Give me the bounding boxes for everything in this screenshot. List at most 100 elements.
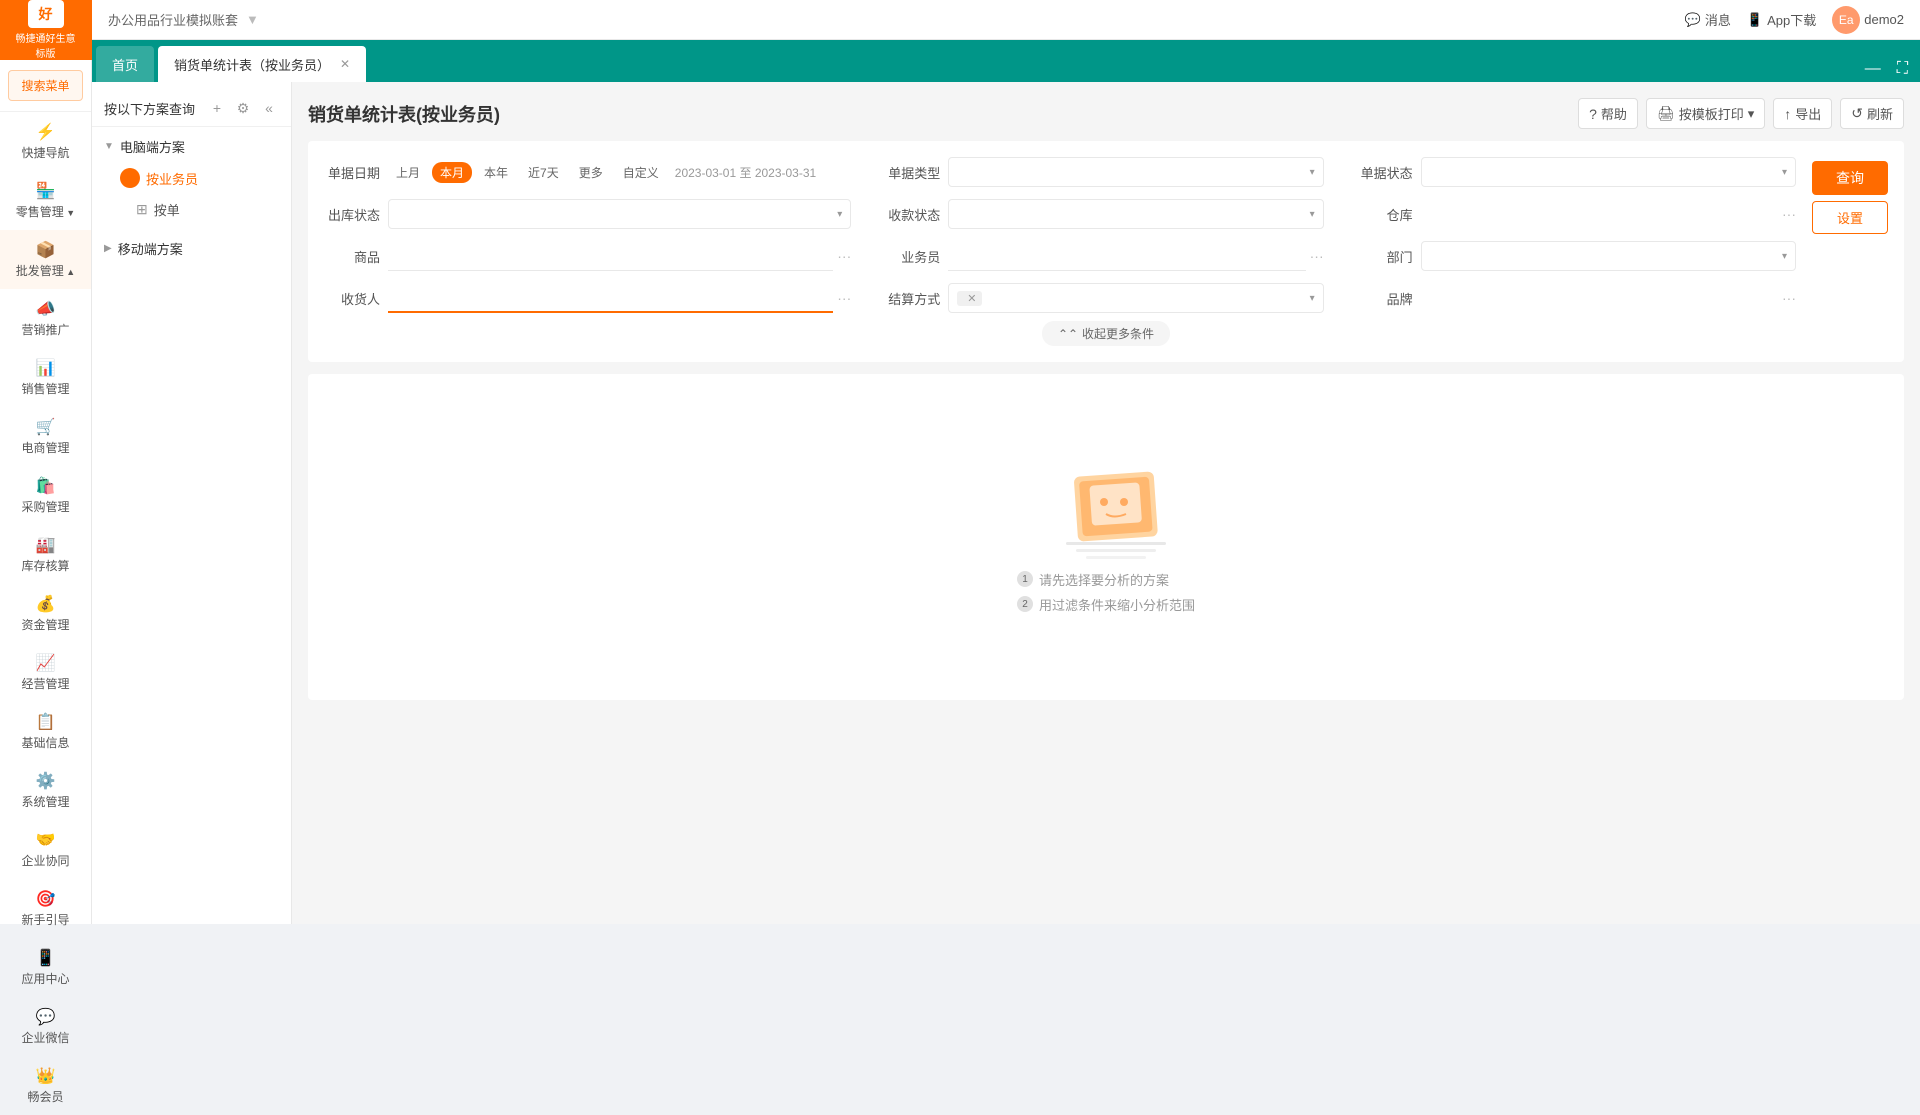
- app-download-button[interactable]: 📱 App下载: [1747, 10, 1816, 29]
- sidebar-item-label: 电商管理: [21, 439, 69, 456]
- sidebar-item-label: 销售管理: [21, 380, 69, 397]
- filter-department: 部门 ▾: [1357, 241, 1796, 271]
- refresh-button[interactable]: ↺ 刷新: [1840, 98, 1904, 129]
- date-tabs: 上月 本月 本年 近7天 更多 自定义: [388, 162, 667, 183]
- marketing-icon: 📣: [36, 299, 56, 319]
- collapse-label: 收起更多条件: [1082, 325, 1154, 342]
- salesman-more-icon[interactable]: ···: [1310, 248, 1324, 264]
- sidebar-item-ecommerce[interactable]: 🛒 电商管理: [0, 407, 91, 466]
- date-tab-this-month[interactable]: 本月: [432, 162, 472, 183]
- settings-button[interactable]: 设置: [1812, 201, 1888, 234]
- sidebar-item-management[interactable]: 📈 经营管理: [0, 643, 91, 702]
- receiver-more-icon[interactable]: ···: [837, 290, 851, 306]
- sidebar-item-enterprise[interactable]: 🤝 企业协同: [0, 820, 91, 879]
- settlement-tag-remove[interactable]: ✕: [967, 292, 976, 305]
- wechat-icon: 💬: [36, 1007, 56, 1027]
- sidebar-item-inventory[interactable]: 🏭 库存核算: [0, 525, 91, 584]
- sidebar-item-quick-nav[interactable]: ⚡ 快捷导航: [0, 112, 91, 171]
- topbar-right: 💬 消息 📱 App下载 Ea demo2: [1685, 6, 1904, 34]
- page-header-actions: ? 帮助 🖨 按模板打印 ▾ ↑ 导出 ↺: [1578, 98, 1904, 129]
- user-avatar: Ea: [1832, 6, 1860, 34]
- date-tab-7days[interactable]: 近7天: [520, 162, 567, 183]
- sidebar-item-label: 畅会员: [27, 1088, 63, 1105]
- search-menu-button[interactable]: 搜索菜单: [8, 70, 83, 101]
- app-logo[interactable]: 好 畅捷通好生意 标版: [0, 0, 92, 60]
- department-arrow-icon: ▾: [1782, 251, 1787, 262]
- print-template-button[interactable]: 🖨 按模板打印 ▾: [1646, 98, 1765, 129]
- collapse-button[interactable]: ⌃⌃ 收起更多条件: [1042, 321, 1170, 346]
- sidebar-item-wechat[interactable]: 💬 企业微信: [0, 997, 91, 1056]
- print-icon: 🖨: [1657, 105, 1675, 122]
- sidebar-item-label: 企业协同: [21, 852, 69, 869]
- date-tab-custom[interactable]: 自定义: [615, 162, 667, 183]
- add-scheme-button[interactable]: +: [207, 98, 227, 118]
- out-status-label: 出库状态: [324, 205, 380, 224]
- sidebar-item-purchase[interactable]: 🛍️ 采购管理: [0, 466, 91, 525]
- brand-more-icon[interactable]: ···: [1782, 290, 1796, 306]
- scheme-sub-item-by-order[interactable]: ⊞ 按单: [92, 194, 291, 225]
- out-status-select[interactable]: ▾: [388, 199, 851, 229]
- topbar-left: 办公用品行业模拟账套 ▼: [108, 10, 259, 29]
- sidebar-item-member[interactable]: 👑 畅会员: [0, 1056, 91, 1115]
- finance-icon: 💰: [36, 594, 56, 614]
- sidebar-item-guide[interactable]: 🎯 新手引导: [0, 879, 91, 938]
- page-header: 销货单统计表(按业务员) ? 帮助 🖨 按模板打印 ▾ ↑: [308, 98, 1904, 129]
- doc-type-select[interactable]: ▾: [948, 157, 1323, 187]
- warehouse-more-icon[interactable]: ···: [1782, 206, 1796, 222]
- date-tab-this-year[interactable]: 本年: [476, 162, 516, 183]
- app-logo-text: 畅捷通好生意: [16, 30, 76, 45]
- tab-home[interactable]: 首页: [96, 46, 154, 82]
- message-button[interactable]: 💬 消息: [1685, 10, 1731, 29]
- sidebar-item-label: 经营管理: [21, 675, 69, 692]
- goods-more-icon[interactable]: ···: [837, 248, 851, 264]
- scheme-group-mobile: ▶ 移动端方案: [92, 229, 291, 268]
- settlement-tag: ✕: [957, 291, 982, 306]
- salesman-input[interactable]: [948, 241, 1305, 271]
- tab-bar: 首页 销货单统计表（按业务员） ✕ — ⛶: [92, 40, 1920, 82]
- doc-status-select[interactable]: ▾: [1421, 157, 1796, 187]
- sidebar-item-finance[interactable]: 💰 资金管理: [0, 584, 91, 643]
- settings-scheme-button[interactable]: ⚙: [233, 98, 253, 118]
- mobile-group-label: 移动端方案: [118, 239, 183, 258]
- sidebar-item-label: 新手引导: [21, 911, 69, 928]
- settlement-label: 结算方式: [884, 289, 940, 308]
- tab-minimize-button[interactable]: —: [1861, 56, 1885, 82]
- sidebar-item-retail[interactable]: 🏪 零售管理: [0, 171, 91, 230]
- help-button[interactable]: ? 帮助: [1578, 98, 1638, 129]
- salesman-label: 业务员: [884, 247, 940, 266]
- sidebar-item-sales[interactable]: 📊 销售管理: [0, 348, 91, 407]
- export-icon: ↑: [1784, 106, 1791, 122]
- tab-close-button[interactable]: ✕: [340, 57, 350, 71]
- collapse-scheme-button[interactable]: «: [259, 98, 279, 118]
- payment-status-select[interactable]: ▾: [948, 199, 1323, 229]
- sales-icon: 📊: [36, 358, 56, 378]
- filter-row-3: 商品 ··· 业务员 ···: [324, 241, 1796, 271]
- sidebar-item-system[interactable]: ⚙️ 系统管理: [0, 761, 91, 820]
- date-tab-last-month[interactable]: 上月: [388, 162, 428, 183]
- sidebar-item-marketing[interactable]: 📣 营销推广: [0, 289, 91, 348]
- date-tab-more[interactable]: 更多: [571, 162, 611, 183]
- tab-maximize-button[interactable]: ⛶: [1893, 56, 1912, 82]
- tab-sales-stat[interactable]: 销货单统计表（按业务员） ✕: [158, 46, 366, 82]
- retail-icon: 🏪: [36, 181, 56, 201]
- query-button[interactable]: 查询: [1812, 161, 1888, 195]
- date-filter-group: 上月 本月 本年 近7天 更多 自定义 2023-03-01 至 2023-03…: [388, 162, 851, 183]
- sidebar-item-basic-info[interactable]: 📋 基础信息: [0, 702, 91, 761]
- settlement-select[interactable]: ✕ ▾: [948, 283, 1323, 313]
- goods-input[interactable]: [388, 241, 833, 271]
- sidebar-item-wholesale[interactable]: 📦 批发管理: [0, 230, 91, 289]
- breadcrumb-arrow: ▼: [246, 12, 259, 27]
- sidebar-item-app-center[interactable]: 📱 应用中心: [0, 938, 91, 997]
- scheme-group-pc-header[interactable]: ▼ 电脑端方案: [92, 131, 291, 162]
- scheme-item-by-salesman[interactable]: 按 按业务员: [92, 162, 291, 194]
- user-profile[interactable]: Ea demo2: [1832, 6, 1904, 34]
- filter-doc-status: 单据状态 ▾: [1357, 157, 1796, 187]
- export-button[interactable]: ↑ 导出: [1773, 98, 1832, 129]
- receiver-input[interactable]: [388, 283, 833, 313]
- department-select[interactable]: ▾: [1421, 241, 1796, 271]
- scheme-group-mobile-header[interactable]: ▶ 移动端方案: [92, 233, 291, 264]
- tab-bar-right: — ⛶: [1861, 56, 1920, 82]
- filter-brand: 品牌 ···: [1357, 289, 1796, 308]
- sidebar-item-label: 批发管理: [16, 262, 75, 279]
- basic-info-icon: 📋: [36, 712, 56, 732]
